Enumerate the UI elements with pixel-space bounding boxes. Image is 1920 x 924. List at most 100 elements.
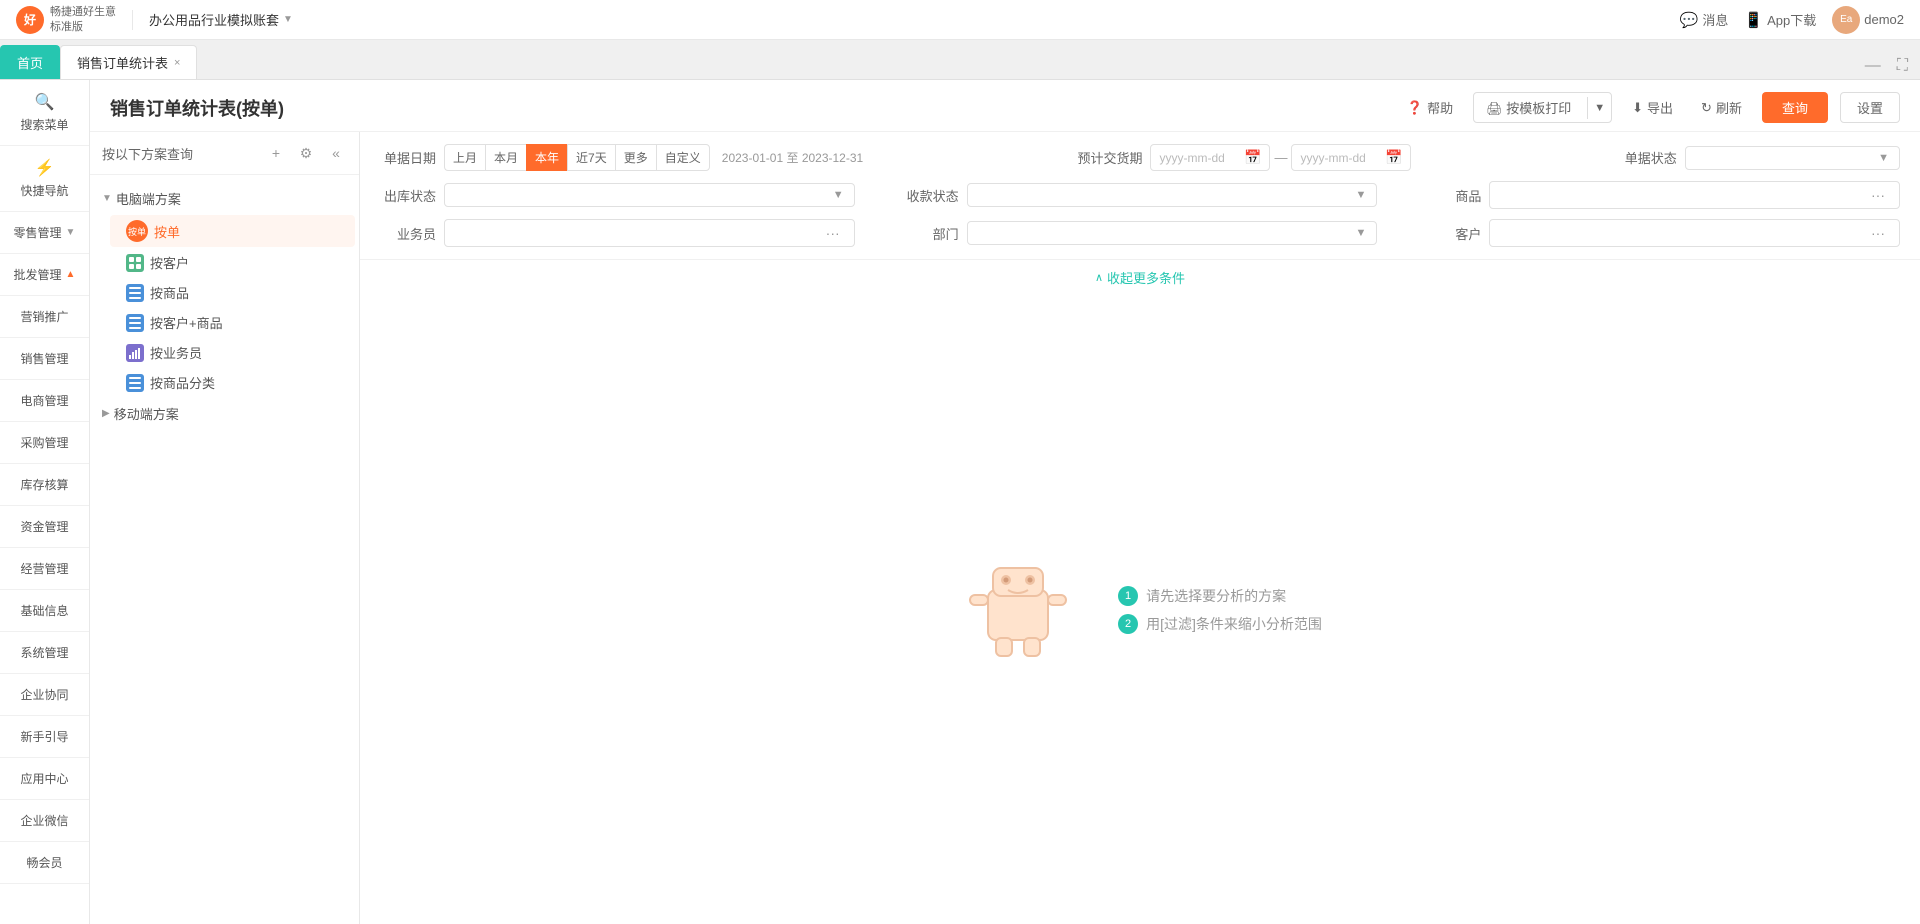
search-icon: 🔍 xyxy=(35,92,55,112)
date-btn-more[interactable]: 更多 xyxy=(615,144,656,171)
help-button[interactable]: ❓ 帮助 xyxy=(1399,94,1461,121)
sidebar-item-inventory[interactable]: 库存核算 xyxy=(0,464,89,506)
query-button[interactable]: 查询 xyxy=(1762,92,1828,123)
pc-group-label: 电脑端方案 xyxy=(116,189,181,208)
dept-label: 部门 xyxy=(903,224,959,243)
goods-dots-icon[interactable]: ··· xyxy=(1867,187,1889,203)
goods-label: 商品 xyxy=(1425,186,1481,205)
date-btn-this-month[interactable]: 本月 xyxy=(485,144,526,171)
date-label: 单据日期 xyxy=(380,148,436,167)
plan-item-by-customer[interactable]: 按客户 xyxy=(110,248,355,277)
collapse-panel-button[interactable]: « xyxy=(325,142,347,164)
tab-minimize-icon[interactable]: — xyxy=(1861,53,1885,79)
mobile-group-label: 移动端方案 xyxy=(114,404,179,423)
expected-date-label: 预计交货期 xyxy=(1072,148,1142,167)
sidebar-item-member[interactable]: 畅会员 xyxy=(0,842,89,884)
sidebar-item-retail[interactable]: 零售管理 ▼ xyxy=(0,212,89,254)
tip-text-2: 用[过滤]条件来缩小分析范围 xyxy=(1146,614,1322,634)
date-btn-last-7days[interactable]: 近7天 xyxy=(567,144,615,171)
left-panel-actions: + ⚙ « xyxy=(265,142,347,164)
topbar-left: 好 畅捷通好生意 标准版 办公用品行业模拟账套 ▼ xyxy=(16,5,293,34)
right-main: 销售订单统计表(按单) ❓ 帮助 🖨 按模板打印 ▼ ⬇ 导出 xyxy=(90,80,1920,924)
sidebar-item-enterprise[interactable]: 企业协同 xyxy=(0,674,89,716)
export-button[interactable]: ⬇ 导出 xyxy=(1624,94,1681,121)
main-content: 🔍 搜索菜单 ⚡ 快捷导航 零售管理 ▼ 批发管理 ▲ 营销推广 销售管理 电商… xyxy=(0,80,1920,924)
salesman-dots-icon[interactable]: ··· xyxy=(822,225,844,241)
message-icon: 💬 xyxy=(1680,11,1699,29)
sidebar-item-purchase[interactable]: 采购管理 xyxy=(0,422,89,464)
sidebar-item-marketing[interactable]: 营销推广 xyxy=(0,296,89,338)
message-button[interactable]: 💬 消息 xyxy=(1680,10,1729,29)
sidebar-item-onboarding[interactable]: 新手引导 xyxy=(0,716,89,758)
avatar: Ea xyxy=(1832,6,1860,34)
dept-select[interactable]: ▼ xyxy=(967,221,1378,245)
settings-plan-button[interactable]: ⚙ xyxy=(295,142,317,164)
date-btn-this-year[interactable]: 本年 xyxy=(526,144,567,171)
logo-icon: 好 xyxy=(16,6,44,34)
logo-area: 好 畅捷通好生意 标准版 xyxy=(16,5,116,34)
receipt-label: 收款状态 xyxy=(903,186,959,205)
print-button[interactable]: 🖨 按模板打印 xyxy=(1474,93,1583,122)
plan-item-by-category[interactable]: 按商品分类 xyxy=(110,368,355,397)
salesman-select[interactable]: ··· xyxy=(444,219,855,247)
refresh-button[interactable]: ↻ 刷新 xyxy=(1693,94,1750,121)
sidebar-item-app-center[interactable]: 应用中心 xyxy=(0,758,89,800)
download-icon: 📱 xyxy=(1744,11,1763,29)
plan-group-mobile-header[interactable]: ▶ 移动端方案 xyxy=(90,398,359,429)
collapse-bar[interactable]: ∧ 收起更多条件 xyxy=(360,259,1920,295)
sidebar-item-wholesale[interactable]: 批发管理 ▲ xyxy=(0,254,89,296)
customer-dots-icon[interactable]: ··· xyxy=(1867,225,1889,241)
tab-home[interactable]: 首页 xyxy=(0,45,60,79)
tab-sales-statistics[interactable]: 销售订单统计表 × xyxy=(60,45,197,79)
plan-group-pc-header[interactable]: ▼ 电脑端方案 xyxy=(90,183,359,214)
delivery-select[interactable]: ▼ xyxy=(444,183,855,207)
plan-icon-by-customer xyxy=(126,254,144,272)
expected-date-start[interactable]: yyyy-mm-dd 📅 xyxy=(1150,144,1270,171)
filter-row-1: 单据日期 上月 本月 本年 近7天 更多 自定义 2023-01-01 至 20… xyxy=(380,144,1900,171)
sidebar-item-system[interactable]: 系统管理 xyxy=(0,632,89,674)
topbar-right: 💬 消息 📱 App下载 Ea demo2 xyxy=(1680,6,1904,34)
sidebar-item-enterprise-wechat[interactable]: 企业微信 xyxy=(0,800,89,842)
dept-arrow-icon: ▼ xyxy=(1355,227,1366,239)
plan-icon-by-goods xyxy=(126,284,144,302)
sidebar-item-basic[interactable]: 基础信息 xyxy=(0,590,89,632)
sidebar-item-ecommerce[interactable]: 电商管理 xyxy=(0,380,89,422)
app-download-button[interactable]: 📱 App下载 xyxy=(1744,10,1816,29)
plan-item-by-salesman[interactable]: 按业务员 xyxy=(110,338,355,367)
retail-expand-icon: ▼ xyxy=(66,227,76,238)
sidebar-item-finance[interactable]: 资金管理 xyxy=(0,506,89,548)
receipt-select[interactable]: ▼ xyxy=(967,183,1378,207)
plan-item-by-goods[interactable]: 按商品 xyxy=(110,278,355,307)
plan-item-by-order[interactable]: 按单 按单 xyxy=(110,215,355,247)
calendar-end-icon: 📅 xyxy=(1385,149,1402,166)
add-plan-button[interactable]: + xyxy=(265,142,287,164)
status-arrow-icon: ▼ xyxy=(1878,152,1889,164)
tab-maximize-icon[interactable]: ⛶ xyxy=(1893,53,1912,79)
expected-date-end[interactable]: yyyy-mm-dd 📅 xyxy=(1291,144,1411,171)
status-select[interactable]: ▼ xyxy=(1685,146,1900,170)
plan-item-by-customer-goods[interactable]: 按客户+商品 xyxy=(110,308,355,337)
sidebar-item-search[interactable]: 🔍 搜索菜单 xyxy=(0,80,89,146)
app-title[interactable]: 办公用品行业模拟账套 ▼ xyxy=(149,10,293,29)
settings-button[interactable]: 设置 xyxy=(1840,92,1900,123)
tip-text-1: 请先选择要分析的方案 xyxy=(1146,586,1286,606)
goods-select[interactable]: ··· xyxy=(1489,181,1900,209)
quick-nav-icon: ⚡ xyxy=(35,158,55,178)
print-button-group: 🖨 按模板打印 ▼ xyxy=(1473,92,1612,123)
sidebar-item-operations[interactable]: 经营管理 xyxy=(0,548,89,590)
plan-group-pc: ▼ 电脑端方案 按单 按单 xyxy=(90,183,359,397)
tab-actions: — ⛶ xyxy=(1861,53,1920,79)
date-btn-custom[interactable]: 自定义 xyxy=(656,144,710,171)
date-btn-last-month[interactable]: 上月 xyxy=(444,144,485,171)
topbar: 好 畅捷通好生意 标准版 办公用品行业模拟账套 ▼ 💬 消息 📱 App下载 E… xyxy=(0,0,1920,40)
status-label: 单据状态 xyxy=(1621,148,1677,167)
print-dropdown-arrow[interactable]: ▼ xyxy=(1587,97,1611,119)
user-menu-button[interactable]: Ea demo2 xyxy=(1832,6,1904,34)
receipt-arrow-icon: ▼ xyxy=(1355,189,1366,201)
tab-close-icon[interactable]: × xyxy=(174,57,180,69)
customer-select[interactable]: ··· xyxy=(1489,219,1900,247)
empty-state-inner: 1 请先选择要分析的方案 2 用[过滤]条件来缩小分析范围 xyxy=(958,550,1322,670)
sidebar-item-quick-nav[interactable]: ⚡ 快捷导航 xyxy=(0,146,89,212)
tip-num-2: 2 xyxy=(1118,614,1138,634)
sidebar-item-sales-mgmt[interactable]: 销售管理 xyxy=(0,338,89,380)
